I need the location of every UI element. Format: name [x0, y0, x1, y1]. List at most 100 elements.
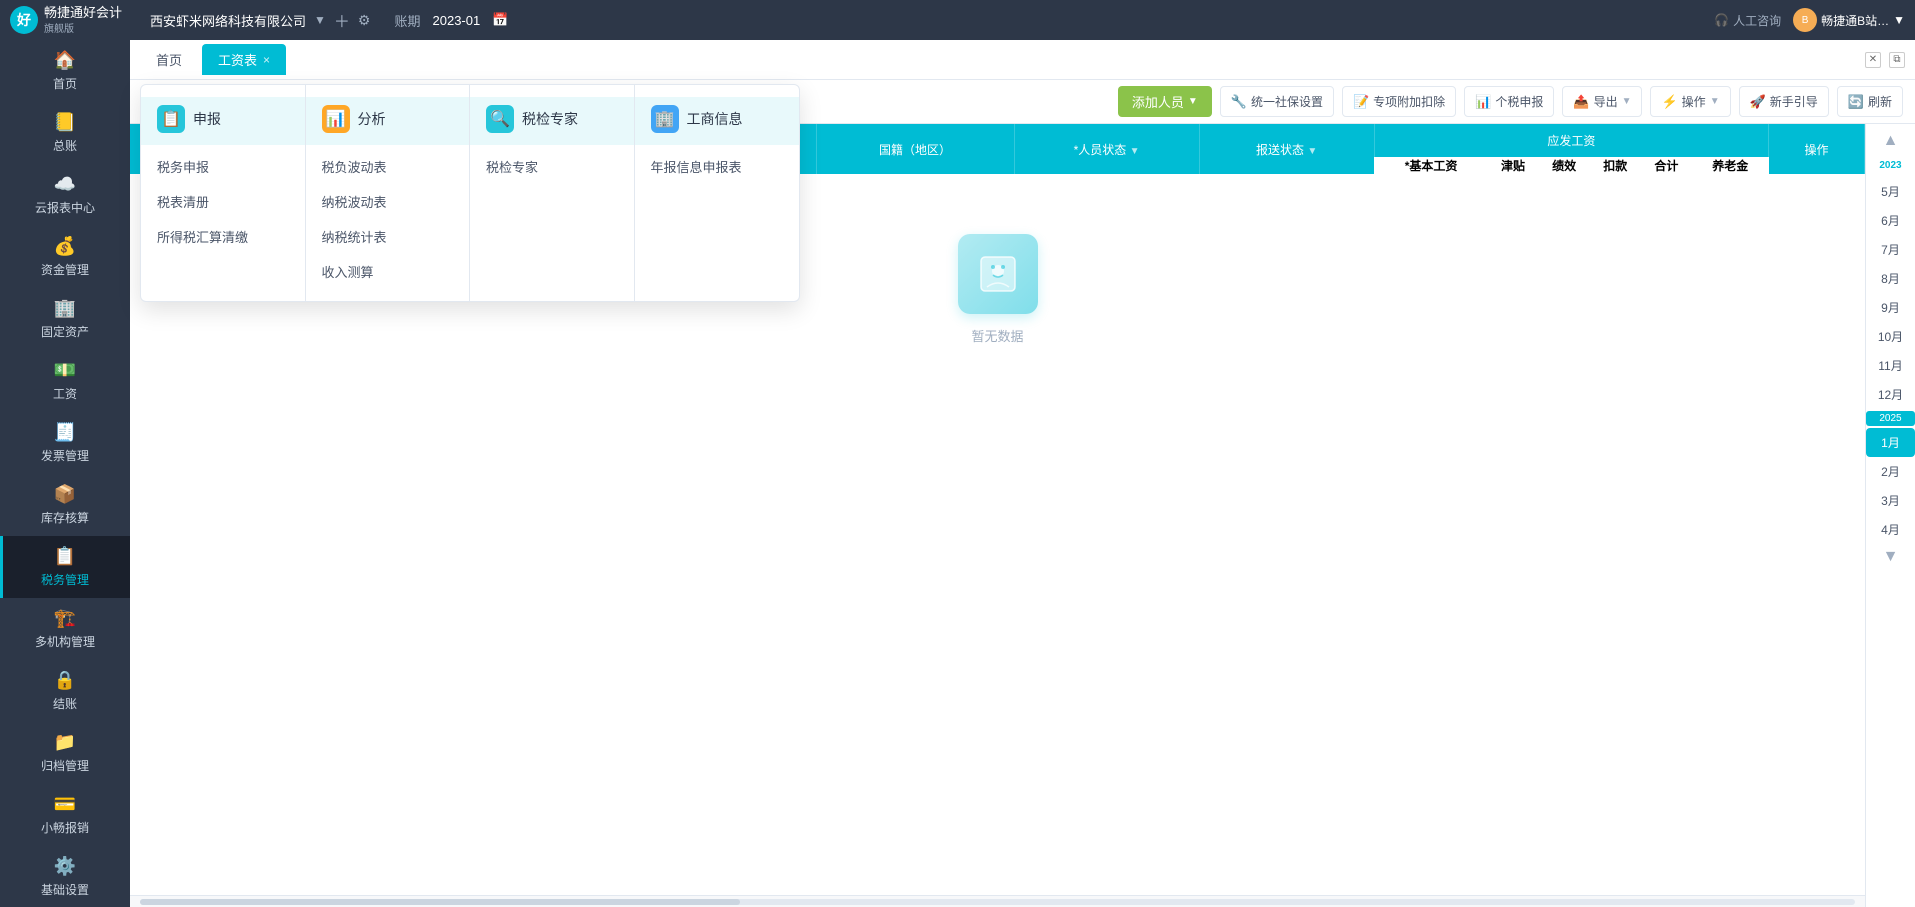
sidebar-item-archive[interactable]: 📁 归档管理 [0, 722, 130, 784]
tab-payroll[interactable]: 工资表 × [202, 44, 286, 75]
cal-month-1[interactable]: 1月 [1866, 428, 1915, 457]
operate-button[interactable]: ⚡ 操作 ▼ [1650, 86, 1730, 117]
cal-month-8[interactable]: 8月 [1866, 264, 1915, 293]
th-report-status[interactable]: 报送状态 ▼ [1199, 124, 1374, 174]
menu-item-tax-stats[interactable]: 纳税统计表 [306, 219, 470, 254]
add-person-button[interactable]: 添加人员 ▼ [1118, 86, 1212, 117]
user-name: 畅捷通B站… [1821, 12, 1889, 29]
logo-text-block: 畅捷通好会计 旗舰版 [44, 5, 122, 36]
sidebar-item-close[interactable]: 🔒 结账 [0, 660, 130, 722]
sidebar-item-multi[interactable]: 🏗️ 多机构管理 [0, 598, 130, 660]
cal-month-2[interactable]: 2月 [1866, 457, 1915, 486]
cal-next-icon[interactable]: ▼ [1879, 544, 1903, 570]
tab-home[interactable]: 首页 [140, 44, 198, 75]
th-person-status[interactable]: *人员状态 ▼ [1014, 124, 1199, 174]
guide-toolbar-icon: 🚀 [1750, 94, 1766, 110]
cal-month-5[interactable]: 5月 [1866, 177, 1915, 206]
special-deduction-label: 专项附加扣除 [1373, 93, 1445, 110]
company-dropdown-icon[interactable]: ▼ [314, 13, 326, 27]
sidebar-item-home[interactable]: 🏠 首页 [0, 40, 130, 102]
empty-illustration [958, 234, 1038, 314]
section-header-analysis: 📊 分析 [306, 97, 470, 145]
cloud-icon: ☁️ [54, 174, 76, 195]
special-deduction-button[interactable]: 📝 专项附加扣除 [1342, 86, 1456, 117]
menu-item-tax-expert[interactable]: 税检专家 [470, 149, 634, 184]
cal-prev-icon[interactable]: ▲ [1879, 128, 1903, 154]
cal-month-6[interactable]: 6月 [1866, 206, 1915, 235]
export-icon: 📤 [1573, 94, 1589, 110]
sidebar-label-archive: 归档管理 [41, 757, 89, 774]
refresh-button[interactable]: 🔄 刷新 [1837, 86, 1903, 117]
service-label: 人工咨询 [1733, 12, 1781, 29]
company-add-icon[interactable]: ＋ [334, 8, 350, 32]
window-close-button[interactable]: ✕ [1865, 52, 1881, 68]
guide-button[interactable]: 🚀 新手引导 [1739, 86, 1829, 117]
calendar-icon[interactable]: 📅 [492, 12, 508, 28]
sidebar-item-payroll[interactable]: 💵 工资 [0, 350, 130, 412]
right-calendar: ▲ 2023 5月 6月 7月 8月 9月 10月 11月 12月 2025 1… [1865, 124, 1915, 907]
menu-item-tax-dynamic[interactable]: 纳税波动表 [306, 184, 470, 219]
tab-bar: 首页 工资表 × ✕ ⧉ [130, 40, 1915, 80]
scroll-bar [130, 895, 1865, 907]
company-name: 西安虾米网络科技有限公司 [150, 11, 306, 30]
sidebar-item-fund[interactable]: 💰 资金管理 [0, 226, 130, 288]
sidebar-item-invoice[interactable]: 🧾 发票管理 [0, 412, 130, 474]
sidebar-label-invoice: 发票管理 [41, 447, 89, 464]
menu-item-tax-fluctuation[interactable]: 税负波动表 [306, 149, 470, 184]
cal-month-7[interactable]: 7月 [1866, 235, 1915, 264]
dropdown-section-declare: 📋 申报 税务申报 税表清册 所得税汇算清缴 [141, 85, 306, 301]
sidebar-item-basic[interactable]: ⚙️ 基础设置 [0, 846, 130, 907]
commerce-section-title: 工商信息 [687, 109, 743, 129]
export-arrow-icon: ▼ [1622, 96, 1632, 107]
cal-month-3[interactable]: 3月 [1866, 486, 1915, 515]
menu-item-income-plan[interactable]: 收入测算 [306, 254, 470, 289]
user-menu[interactable]: B 畅捷通B站… ▼ [1793, 8, 1905, 32]
window-restore-button[interactable]: ⧉ [1889, 52, 1905, 68]
tax-icon: 📋 [54, 546, 76, 567]
dropdown-sections: 📋 申报 税务申报 税表清册 所得税汇算清缴 📊 分析 税负波动表 [141, 85, 799, 301]
period-value: 2023-01 [433, 13, 481, 28]
person-status-filter-icon[interactable]: ▼ [1130, 146, 1140, 157]
tab-close-icon[interactable]: × [263, 53, 270, 67]
section-header-expert: 🔍 税检专家 [470, 97, 634, 145]
menu-item-tax-declare[interactable]: 税务申报 [141, 149, 305, 184]
scroll-thumb[interactable] [140, 899, 740, 905]
declare-section-title: 申报 [193, 109, 221, 129]
logo-icon: 好 [10, 6, 38, 34]
user-dropdown-icon: ▼ [1893, 13, 1905, 27]
menu-item-income-calc[interactable]: 所得税汇算清缴 [141, 219, 305, 254]
scroll-track[interactable] [140, 899, 1855, 905]
export-button[interactable]: 📤 导出 ▼ [1562, 86, 1642, 117]
sidebar-label-asset: 固定资产 [41, 323, 89, 340]
sidebar-item-xiao[interactable]: 💳 小畅报销 [0, 784, 130, 846]
cal-month-12[interactable]: 12月 [1866, 380, 1915, 409]
content-area: 首页 工资表 × ✕ ⧉ 🔍 添加人员 ▼ 🔧 [130, 40, 1915, 907]
menu-item-annual-report[interactable]: 年报信息申报表 [635, 149, 800, 184]
sidebar-item-asset[interactable]: 🏢 固定资产 [0, 288, 130, 350]
cal-month-11[interactable]: 11月 [1866, 351, 1915, 380]
sidebar-item-cloud[interactable]: ☁️ 云报表中心 [0, 164, 130, 226]
invoice-icon: 🧾 [54, 422, 76, 443]
report-status-filter-icon[interactable]: ▼ [1307, 146, 1317, 157]
asset-icon: 🏢 [54, 298, 76, 319]
commerce-section-icon: 🏢 [651, 105, 679, 133]
th-report-status-label: 报送状态 [1256, 143, 1304, 157]
user-avatar: B [1793, 8, 1817, 32]
tax-declare-button[interactable]: 📊 个税申报 [1464, 86, 1554, 117]
declare-section-icon: 📋 [157, 105, 185, 133]
menu-item-tax-table[interactable]: 税表清册 [141, 184, 305, 219]
fund-icon: 💰 [54, 236, 76, 257]
sidebar-item-ledger[interactable]: 📒 总账 [0, 102, 130, 164]
cal-month-10[interactable]: 10月 [1866, 322, 1915, 351]
service-button[interactable]: 🎧 人工咨询 [1714, 12, 1781, 29]
company-area: 西安虾米网络科技有限公司 ▼ ＋ ⚙ 账期 2023-01 📅 [140, 8, 1714, 32]
sidebar-label-fund: 资金管理 [41, 261, 89, 278]
insurance-button[interactable]: 🔧 统一社保设置 [1220, 86, 1334, 117]
company-gear-icon[interactable]: ⚙ [358, 12, 371, 29]
sidebar-item-inventory[interactable]: 📦 库存核算 [0, 474, 130, 536]
payroll-icon: 💵 [54, 360, 76, 381]
cal-month-4[interactable]: 4月 [1866, 515, 1915, 544]
cal-month-9[interactable]: 9月 [1866, 293, 1915, 322]
export-label: 导出 [1594, 93, 1618, 110]
sidebar-item-tax[interactable]: 📋 税务管理 [0, 536, 130, 598]
